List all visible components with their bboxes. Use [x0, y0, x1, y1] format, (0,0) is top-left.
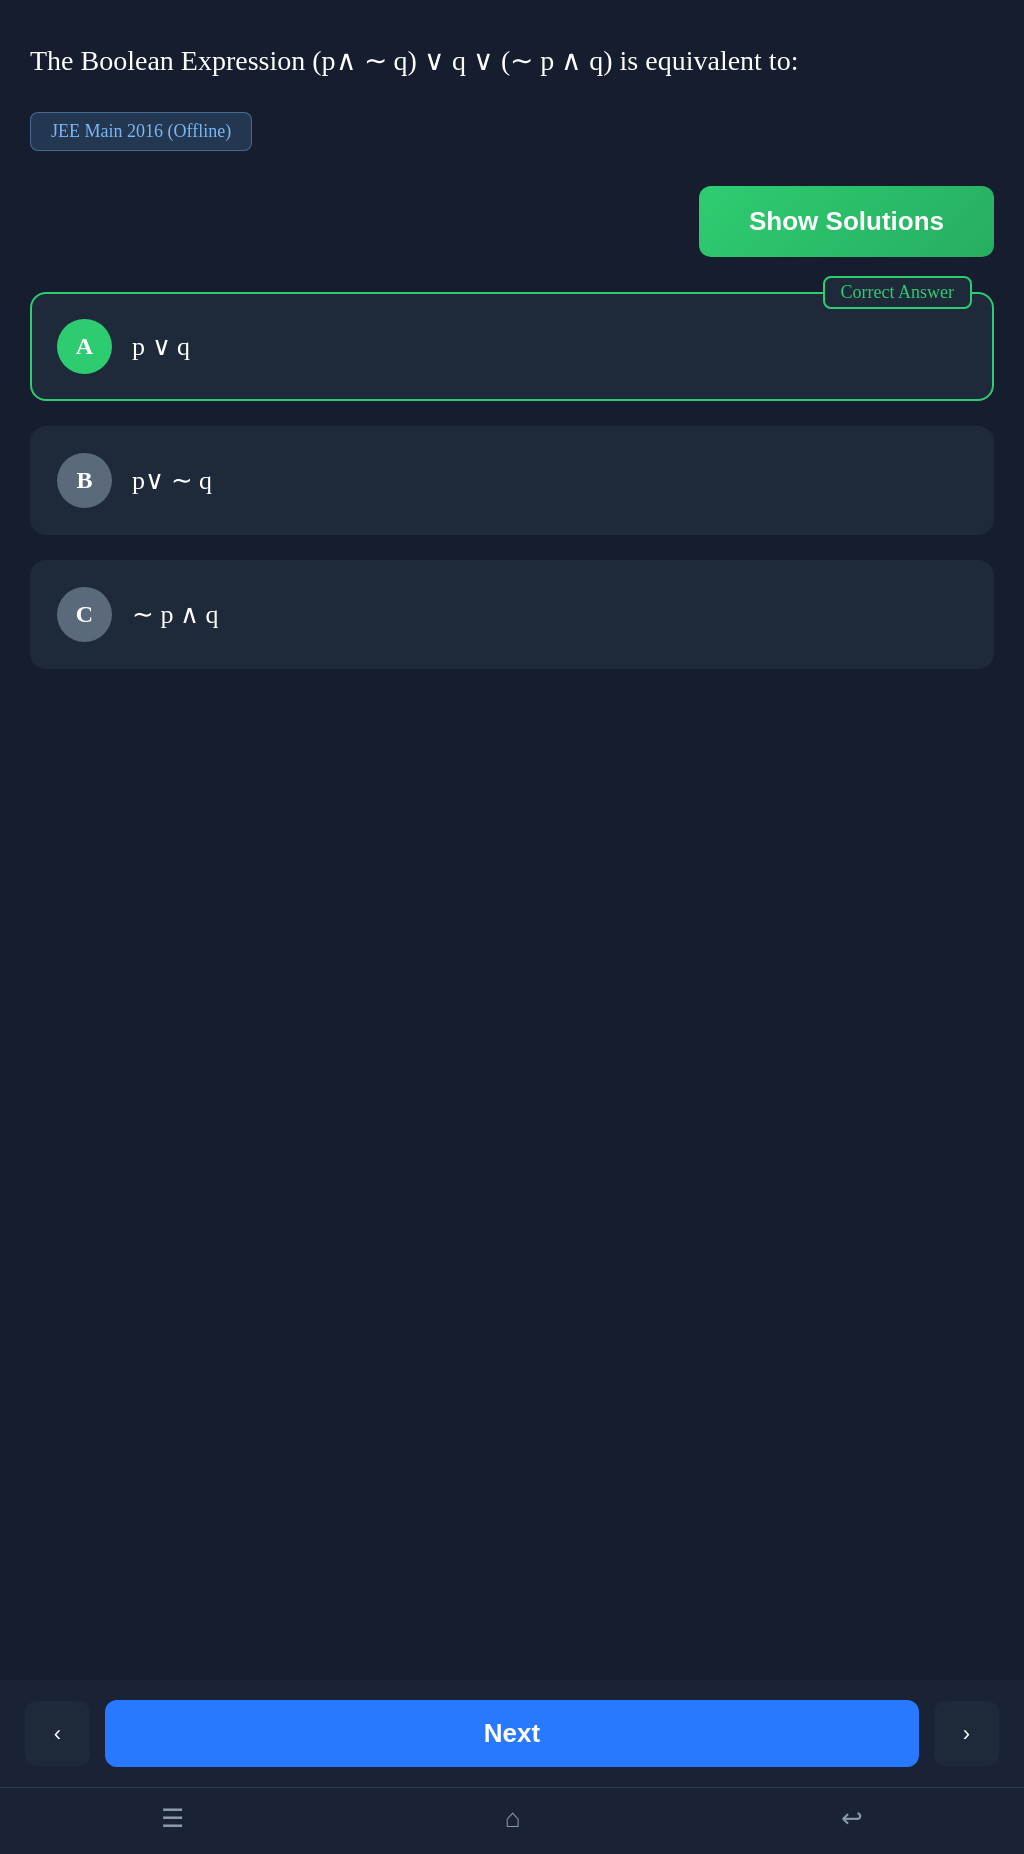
back-icon[interactable]: ↩ — [841, 1803, 863, 1834]
question-tag: JEE Main 2016 (Offline) — [30, 112, 252, 151]
option-c-card[interactable]: C ∼ p ∧ q — [30, 560, 994, 669]
option-a-card[interactable]: Correct Answer A p ∨ q — [30, 292, 994, 401]
next-arrow-button[interactable]: › — [934, 1701, 999, 1766]
prev-button[interactable]: ‹ — [25, 1701, 90, 1766]
home-icon[interactable]: ⌂ — [505, 1804, 521, 1834]
show-solutions-button[interactable]: Show Solutions — [699, 186, 994, 257]
option-b-text: p∨ ∼ q — [132, 465, 212, 496]
next-arrow-icon: › — [963, 1721, 970, 1747]
option-b-card[interactable]: B p∨ ∼ q — [30, 426, 994, 535]
correct-answer-badge: Correct Answer — [823, 276, 972, 309]
prev-icon: ‹ — [54, 1721, 61, 1747]
option-c-text: ∼ p ∧ q — [132, 599, 219, 630]
main-content: The Boolean Expression (p∧ ∼ q) ∨ q ∨ (∼… — [0, 0, 1024, 1680]
menu-icon[interactable]: ☰ — [161, 1803, 184, 1834]
option-c-label: C — [57, 587, 112, 642]
system-navigation: ☰ ⌂ ↩ — [0, 1787, 1024, 1854]
option-a-label: A — [57, 319, 112, 374]
next-button[interactable]: Next — [105, 1700, 919, 1767]
option-b-label: B — [57, 453, 112, 508]
question-text: The Boolean Expression (p∧ ∼ q) ∨ q ∨ (∼… — [30, 40, 994, 82]
option-a-text: p ∨ q — [132, 331, 190, 362]
bottom-navigation: ‹ Next › — [0, 1680, 1024, 1787]
